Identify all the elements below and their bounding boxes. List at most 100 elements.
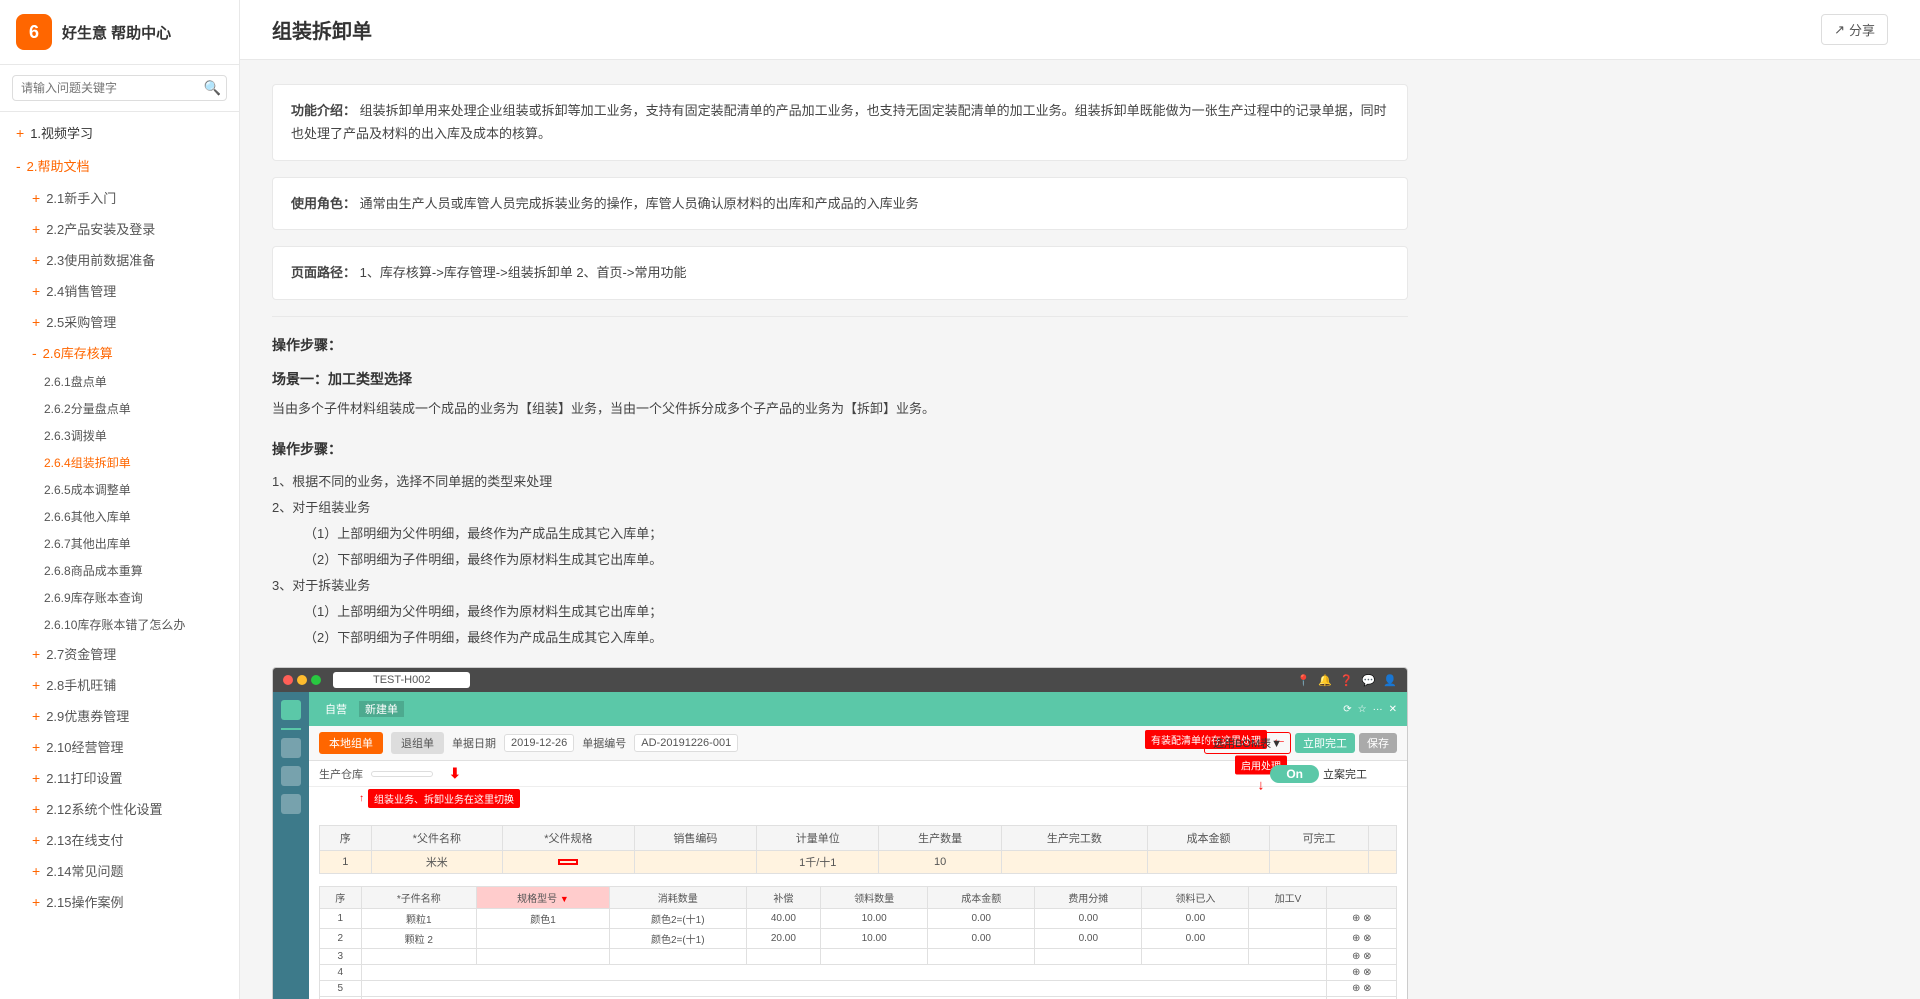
app-nav-main[interactable]: 新建单 [359, 701, 404, 717]
table-row: 1 米米 1千/十1 10 [320, 851, 1397, 874]
sidebar-item-2-14[interactable]: + 2.14常见问题 [0, 855, 239, 886]
sidebar-item-2-3[interactable]: + 2.3使用前数据准备 [0, 244, 239, 275]
col-action2 [1327, 887, 1397, 909]
mini-nav-divider [281, 728, 301, 730]
app-nav-home[interactable]: 自营 [319, 701, 353, 717]
cell: 颗粒 2 [361, 929, 477, 949]
sidebar-item-help[interactable]: - 2.帮助文档 [0, 149, 239, 182]
cell [1249, 929, 1327, 949]
sidebar-item-2-6-6[interactable]: 2.6.6其他入库单 [0, 503, 239, 530]
cell [1270, 851, 1369, 874]
dropdown-bom[interactable]: 选用BOM表▼ [1204, 732, 1291, 754]
expand-icon: + [32, 894, 40, 910]
sidebar-item-2-9[interactable]: + 2.9优惠券管理 [0, 700, 239, 731]
sidebar-item-2-6-4[interactable]: 2.6.4组装拆卸单 [0, 449, 239, 476]
search-icon[interactable]: 🔍 [204, 80, 221, 97]
step3: 3、对于拆装业务 [272, 573, 1408, 599]
sidebar-item-2-6-8[interactable]: 2.6.8商品成本重算 [0, 557, 239, 584]
sidebar-item-2-12[interactable]: + 2.12系统个性化设置 [0, 793, 239, 824]
cell [1035, 949, 1142, 965]
btn-save[interactable]: 保存 [1359, 733, 1397, 753]
sidebar-item-2-1[interactable]: + 2.1新手入门 [0, 182, 239, 213]
expand-icon: + [32, 832, 40, 848]
step3-2: （2）下部明细为子件明细，最终作为产成品生成其它入库单。 [272, 625, 1408, 651]
sidebar-item-label: 2.5采购管理 [46, 312, 116, 331]
cell: 40.00 [746, 909, 820, 929]
sidebar-item-2-11[interactable]: + 2.11打印设置 [0, 762, 239, 793]
col-sub-name: *子件名称 [361, 887, 477, 909]
logo-area: 6 好生意 帮助中心 [0, 0, 239, 65]
sidebar-item-2-6-3[interactable]: 2.6.3调拨单 [0, 422, 239, 449]
expand-icon: + [32, 739, 40, 755]
cell: 0.00 [1035, 909, 1142, 929]
screenshot-wrapper: TEST-H002 📍 🔔 ❓ 💬 👤 [272, 667, 1408, 999]
sidebar-item-2-6-5[interactable]: 2.6.5成本调整单 [0, 476, 239, 503]
sidebar-item-label: 2.1新手入门 [46, 188, 116, 207]
cell [1249, 909, 1327, 929]
sidebar-item-2-6-10[interactable]: 2.6.10库存账本错了怎么办 [0, 611, 239, 638]
sidebar-item-2-4[interactable]: + 2.4销售管理 [0, 275, 239, 306]
expand-icon: + [16, 125, 24, 141]
col-header: 序 [320, 826, 372, 851]
nav-section: + 1.视频学习 - 2.帮助文档 + 2.1新手入门 + 2.2产品安装及登录… [0, 112, 239, 921]
sidebar-item-2-8[interactable]: + 2.8手机旺铺 [0, 669, 239, 700]
sidebar-item-label: 2.8手机旺铺 [46, 675, 116, 694]
btn-confirm[interactable]: 立即完工 [1295, 733, 1355, 753]
app-icon-2: 🔔 [1318, 674, 1332, 687]
form-no-value[interactable]: AD-20191226-001 [634, 734, 738, 752]
cell [821, 949, 928, 965]
sidebar-item-label: 2.7资金管理 [46, 644, 116, 663]
sidebar-item-2-6-2[interactable]: 2.6.2分量盘点单 [0, 395, 239, 422]
intro-box: 功能介绍： 组装拆卸单用来处理企业组装或拆卸等加工业务，支持有固定装配清单的产品… [272, 84, 1408, 161]
cell: 1千/十1 [757, 851, 879, 874]
cell [609, 949, 746, 965]
expand-icon: + [32, 646, 40, 662]
sidebar-item-2-6-7[interactable]: 2.6.7其他出库单 [0, 530, 239, 557]
cell: 0.00 [928, 929, 1035, 949]
sidebar-item-2-7[interactable]: + 2.7资金管理 [0, 638, 239, 669]
sidebar-item-2-5[interactable]: + 2.5采购管理 [0, 306, 239, 337]
cell: ⊕ ⊗ [1327, 965, 1397, 981]
sidebar-item-label: 2.4销售管理 [46, 281, 116, 300]
ops-title: 操作步骤： [272, 335, 1408, 355]
screenshot-container: TEST-H002 📍 🔔 ❓ 💬 👤 [272, 667, 1408, 999]
btn-apply[interactable]: 立案完工 [1323, 766, 1367, 782]
mini-nav-icon-1 [281, 700, 301, 720]
cell: ⊕ ⊗ [1327, 949, 1397, 965]
search-area[interactable]: 🔍 [0, 65, 239, 112]
cell: 1 [320, 851, 372, 874]
expand-icon: + [32, 863, 40, 879]
cell: 2 [320, 929, 362, 949]
app-icon-more[interactable]: ··· [1373, 704, 1383, 715]
warehouse-input[interactable] [371, 771, 433, 777]
cell: 0.00 [1035, 929, 1142, 949]
form-date-value[interactable]: 2019-12-26 [504, 734, 574, 752]
logo-icon: 6 [16, 14, 52, 50]
search-input[interactable] [12, 75, 227, 101]
step2: 2、对于组装业务 [272, 495, 1408, 521]
page-title: 组装拆卸单 [272, 15, 372, 44]
sidebar-item-2-13[interactable]: + 2.13在线支付 [0, 824, 239, 855]
sidebar-item-2-2[interactable]: + 2.2产品安装及登录 [0, 213, 239, 244]
app-icon-1: 📍 [1296, 674, 1310, 687]
sidebar-item-2-6-9[interactable]: 2.6.9库存账本查询 [0, 584, 239, 611]
sidebar-item-2-6[interactable]: - 2.6库存核算 [0, 337, 239, 368]
sidebar-item-2-6-1[interactable]: 2.6.1盘点单 [0, 368, 239, 395]
tab-disassembly[interactable]: 退组单 [391, 732, 444, 754]
col-consume-qty: 消耗数量 [609, 887, 746, 909]
share-button[interactable]: ↗ 分享 [1821, 14, 1888, 45]
app-icon-refresh[interactable]: ⟳ [1343, 704, 1351, 715]
tab-assembly[interactable]: 本地组单 [319, 732, 383, 754]
sidebar-item-label: 2.9优惠券管理 [46, 706, 129, 725]
sidebar-item-label: 2.14常见问题 [46, 861, 123, 880]
sidebar-item-video[interactable]: + 1.视频学习 [0, 116, 239, 149]
toggle-on[interactable]: On [1270, 765, 1319, 783]
expand-icon: + [32, 283, 40, 299]
sidebar-item-2-10[interactable]: + 2.10经营管理 [0, 731, 239, 762]
sidebar-item-2-15[interactable]: + 2.15操作案例 [0, 886, 239, 917]
cell [477, 929, 610, 949]
table-row: 2 颗粒 2 颜色2=(十1) 20.00 10.00 0.00 0.00 0 [320, 929, 1397, 949]
app-icon-star[interactable]: ☆ [1358, 704, 1367, 715]
annot3-arrow: ↓ [1258, 776, 1265, 792]
app-icon-close[interactable]: ✕ [1389, 704, 1397, 715]
